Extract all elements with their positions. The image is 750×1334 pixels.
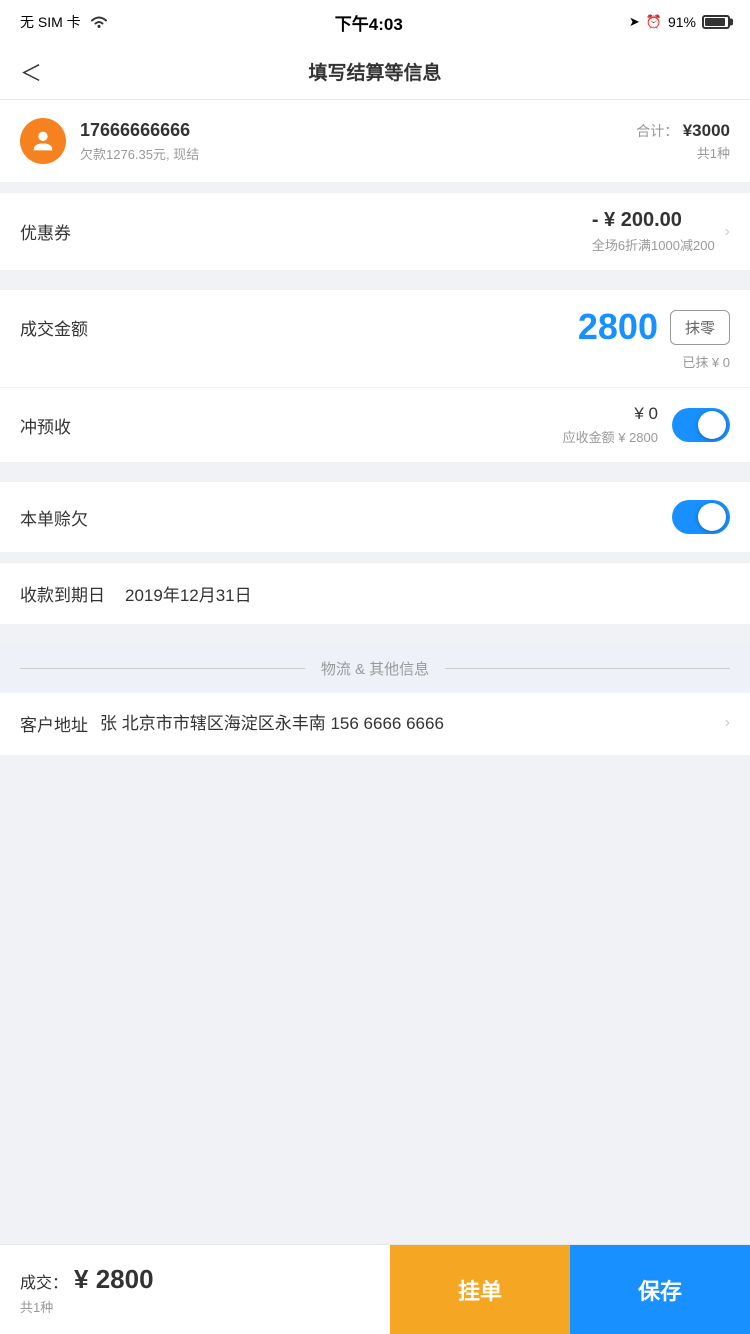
flush-section: 冲预收 ¥ 0 应收金额 ¥ 2800 (0, 387, 750, 462)
deal-amount-sub: 已抹 ¥ 0 (20, 352, 730, 371)
customer-left: 17666666666 欠款1276.35元, 现结 (20, 118, 199, 164)
back-button[interactable]: ＜ (20, 56, 42, 88)
total-label: 合计： (636, 123, 678, 139)
address-value: 张 北京市市辖区海淀区永丰南 156 6666 6666 (100, 711, 713, 737)
date-section: 收款到期日 2019年12月31日 (0, 562, 750, 624)
coupon-amount: - ¥ 200.00 (592, 209, 715, 232)
address-section[interactable]: 客户地址 张 北京市市辖区海淀区永丰南 156 6666 6666 › (0, 693, 750, 755)
bottom-total-row: 成交： ¥ 2800 (20, 1264, 370, 1295)
coupon-desc: 全场6折满1000减200 (592, 235, 715, 254)
bottom-count: 共1种 (20, 1297, 370, 1316)
customer-right: 合计： ¥3000 共1种 (636, 121, 730, 162)
status-carrier: 无 SIM 卡 (20, 12, 109, 32)
flush-values: ¥ 0 应收金额 ¥ 2800 (563, 404, 658, 446)
debit-section: 本单赊欠 (0, 482, 750, 552)
bottom-label: 成交： (20, 1269, 68, 1293)
bottom-bar: 成交： ¥ 2800 共1种 挂单 保存 (0, 1244, 750, 1334)
nav-bar: ＜ 填写结算等信息 (0, 44, 750, 100)
customer-info: 17666666666 欠款1276.35元, 现结 (80, 120, 199, 163)
battery-percent: 91% (668, 14, 696, 30)
customer-row: 17666666666 欠款1276.35元, 现结 合计： ¥3000 共1种 (0, 100, 750, 182)
coupon-row[interactable]: 优惠券 - ¥ 200.00 全场6折满1000减200 › (0, 192, 750, 270)
logistics-text: 物流 & 其他信息 (321, 658, 429, 679)
debit-label: 本单赊欠 (20, 505, 88, 530)
coupon-right: - ¥ 200.00 全场6折满1000减200 › (592, 209, 730, 254)
debit-toggle[interactable] (672, 500, 730, 534)
flush-toggle[interactable] (672, 408, 730, 442)
deal-amount-section: 成交金额 2800 抹零 已抹 ¥ 0 冲预收 ¥ 0 应收金额 ¥ 2800 (0, 290, 750, 462)
flush-sub: 应收金额 ¥ 2800 (563, 427, 658, 446)
avatar (20, 118, 66, 164)
flush-amount: ¥ 0 (563, 404, 658, 424)
divider-2 (0, 472, 750, 482)
flush-label: 冲预收 (20, 413, 71, 438)
bottom-amount: ¥ 2800 (74, 1264, 154, 1295)
status-bar: 无 SIM 卡 下午4:03 ➤ ⏰ 91% (0, 0, 750, 44)
save-button[interactable]: 保存 (570, 1245, 750, 1334)
deal-amount-label: 成交金额 (20, 315, 88, 340)
amount-right: 2800 抹零 (578, 306, 730, 348)
date-label: 收款到期日 (20, 581, 105, 606)
battery-icon (702, 15, 730, 29)
content-area: 17666666666 欠款1276.35元, 现结 合计： ¥3000 共1种… (0, 100, 750, 925)
gray-fill-area (0, 755, 750, 835)
round-button[interactable]: 抹零 (670, 310, 730, 345)
address-label: 客户地址 (20, 711, 88, 736)
customer-phone: 17666666666 (80, 120, 199, 141)
logistics-header: 物流 & 其他信息 (0, 644, 750, 693)
status-indicators: ➤ ⏰ 91% (629, 14, 730, 30)
total-value: ¥3000 (683, 121, 730, 140)
page-title: 填写结算等信息 (308, 58, 441, 85)
toggle-thumb (698, 411, 726, 439)
alarm-icon: ⏰ (646, 14, 662, 30)
amount-row-wrapper: 成交金额 2800 抹零 已抹 ¥ 0 (0, 290, 750, 387)
coupon-value-block: - ¥ 200.00 全场6折满1000减200 (592, 209, 715, 254)
status-time: 下午4:03 (335, 10, 403, 35)
address-chevron-icon: › (725, 714, 730, 732)
total-count: 共1种 (636, 143, 730, 162)
debit-toggle-thumb (698, 503, 726, 531)
customer-sub: 欠款1276.35元, 现结 (80, 144, 199, 163)
amount-row: 成交金额 2800 抹零 (20, 306, 730, 348)
wifi-icon (89, 14, 109, 31)
logistics-line-left (20, 668, 305, 669)
divider-1 (0, 280, 750, 290)
location-icon: ➤ (629, 14, 640, 30)
customer-section: 17666666666 欠款1276.35元, 现结 合计： ¥3000 共1种 (0, 100, 750, 182)
total-label-row: 合计： ¥3000 (636, 121, 730, 141)
logistics-line-right (445, 668, 730, 669)
carrier-text: 无 SIM 卡 (20, 12, 81, 32)
bottom-info: 成交： ¥ 2800 共1种 (0, 1245, 390, 1334)
coupon-chevron-icon: › (725, 223, 730, 241)
date-value: 2019年12月31日 (125, 581, 252, 606)
deal-amount-value: 2800 (578, 306, 658, 348)
divider-3 (0, 634, 750, 644)
date-row: 收款到期日 2019年12月31日 (20, 581, 730, 606)
coupon-section: 优惠券 - ¥ 200.00 全场6折满1000减200 › (0, 192, 750, 270)
coupon-label: 优惠券 (20, 219, 71, 244)
hang-button[interactable]: 挂单 (390, 1245, 570, 1334)
